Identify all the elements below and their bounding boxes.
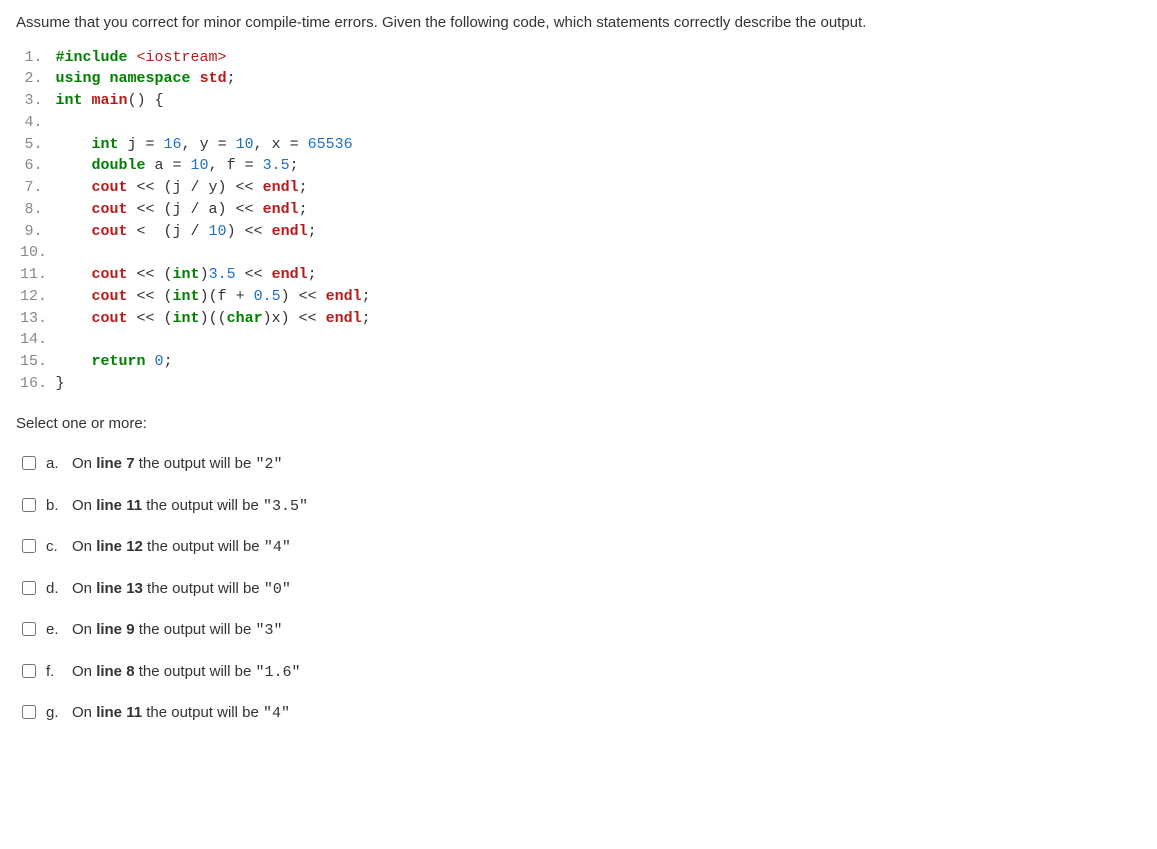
option-row: g.On line 11 the output will be "4": [22, 702, 1145, 726]
option-checkbox-f[interactable]: [22, 664, 36, 678]
option-content: On line 8 the output will be "1.6": [72, 663, 300, 680]
option-checkbox-c[interactable]: [22, 539, 36, 553]
option-content: On line 9 the output will be "3": [72, 621, 282, 638]
option-row: e.On line 9 the output will be "3": [22, 619, 1145, 643]
code-line: 2. using namespace std;: [20, 68, 1145, 90]
option-row: a.On line 7 the output will be "2": [22, 453, 1145, 477]
code-line: 6. double a = 10, f = 3.5;: [20, 155, 1145, 177]
code-line: 10.: [20, 242, 1145, 264]
option-text: b.On line 11 the output will be "3.5": [46, 495, 308, 519]
code-line: 13. cout << (int)((char)x) << endl;: [20, 308, 1145, 330]
option-row: d.On line 13 the output will be "0": [22, 578, 1145, 602]
code-line: 3. int main() {: [20, 90, 1145, 112]
option-content: On line 12 the output will be "4": [72, 538, 291, 555]
question-text: Assume that you correct for minor compil…: [16, 12, 1145, 35]
option-letter: d.: [46, 578, 72, 601]
option-checkbox-b[interactable]: [22, 498, 36, 512]
option-checkbox-g[interactable]: [22, 705, 36, 719]
option-text: e.On line 9 the output will be "3": [46, 619, 282, 643]
option-content: On line 13 the output will be "0": [72, 580, 291, 597]
code-line: 5. int j = 16, y = 10, x = 65536: [20, 134, 1145, 156]
code-line: 1. #include <iostream>: [20, 47, 1145, 69]
code-line: 12. cout << (int)(f + 0.5) << endl;: [20, 286, 1145, 308]
code-line: 8. cout << (j / a) << endl;: [20, 199, 1145, 221]
option-letter: g.: [46, 702, 72, 725]
option-text: d.On line 13 the output will be "0": [46, 578, 291, 602]
code-line: 11. cout << (int)3.5 << endl;: [20, 264, 1145, 286]
option-letter: b.: [46, 495, 72, 518]
option-checkbox-e[interactable]: [22, 622, 36, 636]
option-checkbox-d[interactable]: [22, 581, 36, 595]
code-line: 7. cout << (j / y) << endl;: [20, 177, 1145, 199]
code-line: 15. return 0;: [20, 351, 1145, 373]
code-block: 1. #include <iostream>2. using namespace…: [20, 47, 1145, 395]
option-content: On line 7 the output will be "2": [72, 455, 282, 472]
option-letter: c.: [46, 536, 72, 559]
option-row: c.On line 12 the output will be "4": [22, 536, 1145, 560]
options-list: a.On line 7 the output will be "2"b.On l…: [22, 453, 1145, 726]
option-content: On line 11 the output will be "4": [72, 704, 290, 721]
option-content: On line 11 the output will be "3.5": [72, 497, 308, 514]
option-row: f.On line 8 the output will be "1.6": [22, 661, 1145, 685]
code-line: 9. cout < (j / 10) << endl;: [20, 221, 1145, 243]
option-letter: e.: [46, 619, 72, 642]
option-checkbox-a[interactable]: [22, 456, 36, 470]
option-letter: f.: [46, 661, 72, 684]
option-letter: a.: [46, 453, 72, 476]
option-text: c.On line 12 the output will be "4": [46, 536, 291, 560]
option-row: b.On line 11 the output will be "3.5": [22, 495, 1145, 519]
option-text: g.On line 11 the output will be "4": [46, 702, 290, 726]
select-prompt: Select one or more:: [16, 413, 1145, 436]
option-text: a.On line 7 the output will be "2": [46, 453, 282, 477]
option-text: f.On line 8 the output will be "1.6": [46, 661, 300, 685]
code-line: 4.: [20, 112, 1145, 134]
code-line: 14.: [20, 329, 1145, 351]
code-line: 16. }: [20, 373, 1145, 395]
